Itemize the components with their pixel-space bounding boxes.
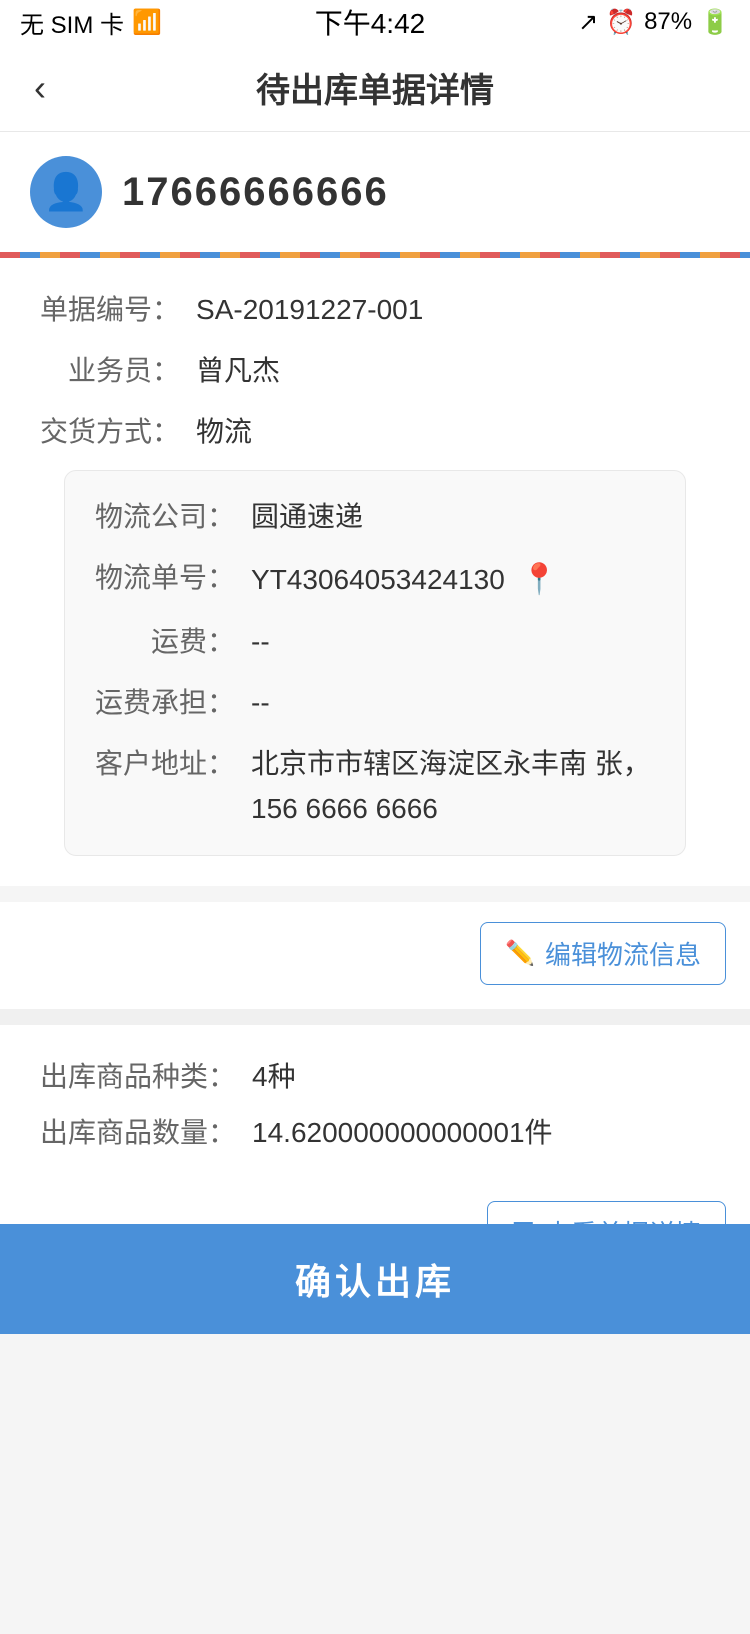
- status-bar-time: 下午4:42: [315, 2, 426, 42]
- sales-rep-row: 业务员： 曾凡杰: [40, 349, 710, 394]
- status-bar-right: ↗ ⏰ 87% 🔋: [578, 8, 730, 37]
- freight-label: 运费：: [95, 620, 235, 665]
- logistics-company-value: 圆通速递: [251, 495, 655, 540]
- alarm-icon: ⏰: [606, 8, 636, 37]
- status-bar: 无 SIM 卡 📶 下午4:42 ↗ ⏰ 87% 🔋: [0, 0, 750, 44]
- freight-row: 运费： --: [95, 620, 655, 665]
- freight-bearer-label: 运费承担：: [95, 681, 235, 726]
- freight-bearer-value: --: [251, 681, 655, 726]
- logistics-tracking-value: YT43064053424130 📍: [251, 556, 655, 604]
- nav-bar: ‹ 待出库单据详情: [0, 44, 750, 132]
- order-number-row: 单据编号： SA-20191227-001: [40, 288, 710, 333]
- goods-quantity-row: 出库商品数量： 14.620000000000001件: [40, 1111, 710, 1151]
- sales-rep-value: 曾凡杰: [196, 349, 710, 394]
- edit-logistics-button[interactable]: ✏️ 编辑物流信息: [480, 922, 726, 985]
- customer-card: 👤 17666666666: [0, 132, 750, 252]
- logistics-company-label: 物流公司：: [95, 495, 235, 540]
- wifi-icon: 📶: [132, 8, 162, 37]
- goods-quantity-value: 14.620000000000001件: [252, 1111, 553, 1151]
- logistics-card: 物流公司： 圆通速递 物流单号： YT43064053424130 📍 运费： …: [64, 470, 686, 856]
- tracking-location-icon[interactable]: 📍: [521, 556, 558, 604]
- address-row: 客户地址： 北京市市辖区海淀区永丰南 张，156 6666 6666: [95, 742, 655, 832]
- goods-quantity-label: 出库商品数量：: [40, 1111, 236, 1151]
- delivery-method-row: 交货方式： 物流: [40, 410, 710, 455]
- order-number-label: 单据编号：: [40, 288, 180, 333]
- edit-button-label: 编辑物流信息: [545, 935, 701, 972]
- delivery-method-label: 交货方式：: [40, 410, 180, 455]
- goods-types-label: 出库商品种类：: [40, 1055, 236, 1095]
- battery-label: 87%: [644, 8, 692, 36]
- avatar-icon: 👤: [44, 171, 89, 213]
- tracking-number: YT43064053424130: [251, 558, 505, 603]
- status-bar-left: 无 SIM 卡 📶: [20, 5, 162, 40]
- carrier-label: 无 SIM 卡: [20, 5, 124, 40]
- goods-types-value: 4种: [252, 1055, 296, 1095]
- logistics-tracking-label: 物流单号：: [95, 556, 235, 601]
- order-info-section: 单据编号： SA-20191227-001 业务员： 曾凡杰 交货方式： 物流 …: [0, 258, 750, 886]
- avatar: 👤: [30, 156, 102, 228]
- battery-icon: 🔋: [700, 8, 730, 37]
- delivery-method-value: 物流: [196, 410, 710, 455]
- content-area: 👤 17666666666 单据编号： SA-20191227-001 业务员：…: [0, 132, 750, 1634]
- location-status-icon: ↗: [578, 8, 598, 37]
- back-button[interactable]: ‹: [24, 57, 56, 119]
- logistics-tracking-row: 物流单号： YT43064053424130 📍: [95, 556, 655, 604]
- confirm-button-label: 确认出库: [295, 1253, 455, 1305]
- goods-section: 出库商品种类： 4种 出库商品数量： 14.620000000000001件: [0, 1025, 750, 1181]
- logistics-company-row: 物流公司： 圆通速递: [95, 495, 655, 540]
- address-label: 客户地址：: [95, 742, 235, 787]
- confirm-bar[interactable]: 确认出库: [0, 1224, 750, 1334]
- order-number-value: SA-20191227-001: [196, 288, 710, 333]
- address-value: 北京市市辖区海淀区永丰南 张，156 6666 6666: [251, 742, 655, 832]
- freight-value: --: [251, 620, 655, 665]
- sales-rep-label: 业务员：: [40, 349, 180, 394]
- goods-types-row: 出库商品种类： 4种: [40, 1055, 710, 1095]
- freight-bearer-row: 运费承担： --: [95, 681, 655, 726]
- edit-icon: ✏️: [505, 939, 535, 968]
- customer-phone: 17666666666: [122, 170, 389, 215]
- page-title: 待出库单据详情: [256, 63, 494, 112]
- edit-button-row: ✏️ 编辑物流信息: [0, 902, 750, 1009]
- section-divider: [0, 1009, 750, 1025]
